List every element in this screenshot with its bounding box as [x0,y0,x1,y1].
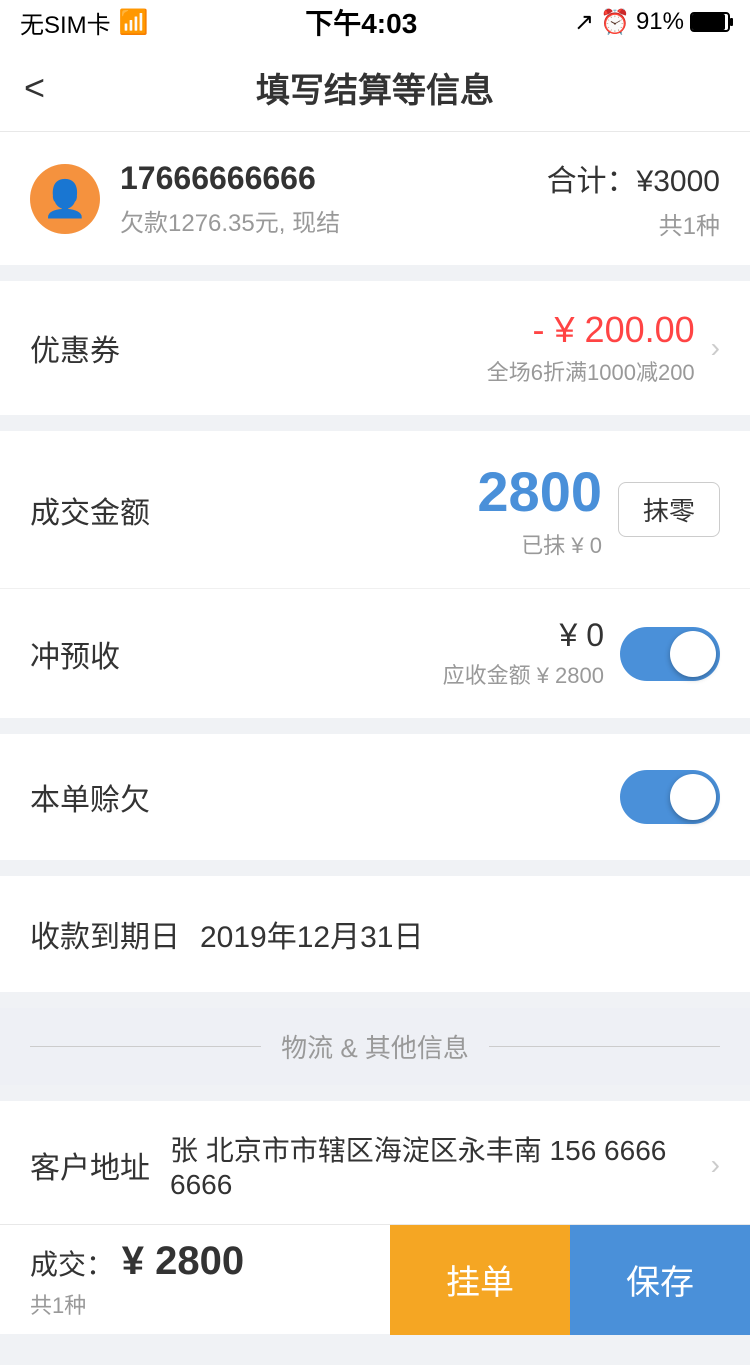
main-content: 👤 17666666666 欠款1276.35元, 现结 合计：¥3000 共1… [0,132,750,1365]
bottom-count: 共1种 [30,1288,360,1320]
total-count: 共1种 [547,206,720,241]
customer-right: 合计：¥3000 共1种 [547,156,720,241]
prepay-right: ¥ 0 应收金额 ¥ 2800 [443,617,720,690]
prepay-row: 冲预收 ¥ 0 应收金额 ¥ 2800 [0,589,750,718]
coupon-section: 优惠券 - ¥ 200.00 全场6折满1000减200 › [0,281,750,415]
battery-tip [730,18,733,26]
address-value: 张 北京市市辖区海淀区永丰南 156 6666 6666 [170,1129,711,1201]
deal-amount-content: 2800 已抹 ¥ 0 [477,459,602,560]
coupon-row[interactable]: 优惠券 - ¥ 200.00 全场6折满1000减200 › [0,281,750,415]
back-button[interactable]: < [24,67,45,109]
battery-fill [692,14,725,30]
debt-toggle[interactable] [620,770,720,824]
deal-amount-row: 成交金额 2800 已抹 ¥ 0 抹零 [0,431,750,589]
coupon-desc: 全场6折满1000减200 [487,355,695,387]
alarm-icon: ⏰ [600,8,630,37]
debt-row: 本单赊欠 [0,734,750,860]
address-row[interactable]: 客户地址 张 北京市市辖区海淀区永丰南 156 6666 6666 › [0,1101,750,1229]
duedate-row: 收款到期日 2019年12月31日 [0,876,750,992]
bottom-bar: 成交： ¥ 2800 共1种 挂单 保存 [0,1224,750,1334]
debt-label: 本单赊欠 [30,775,150,819]
deal-amount-sub: 已抹 ¥ 0 [477,528,602,560]
carrier-text: 无SIM卡 [20,5,111,40]
logistics-label: 物流 & 其他信息 [281,1028,469,1065]
prepay-sub: 应收金额 ¥ 2800 [443,658,604,690]
logistics-divider: 物流 & 其他信息 [0,1008,750,1085]
debt-section: 本单赊欠 [0,734,750,860]
debt-toggle-knob [670,774,716,820]
hold-button[interactable]: 挂单 [390,1225,570,1335]
address-label: 客户地址 [30,1143,150,1187]
customer-phone: 17666666666 [120,160,340,197]
coupon-right: - ¥ 200.00 全场6折满1000减200 › [487,309,720,387]
prepay-toggle[interactable] [620,627,720,681]
avatar: 👤 [30,164,100,234]
battery-icon [690,12,730,32]
duedate-label: 收款到期日 [30,912,180,956]
deal-amount-label: 成交金额 [30,488,150,532]
save-button[interactable]: 保存 [570,1225,750,1335]
status-right: ↗ ⏰ 91% [574,8,730,37]
wifi-icon: 📶 [119,8,149,37]
prepay-label: 冲预收 [30,632,120,676]
customer-card: 👤 17666666666 欠款1276.35元, 现结 合计：¥3000 共1… [0,132,750,265]
coupon-label: 优惠券 [30,326,120,370]
avatar-icon: 👤 [43,178,88,220]
address-section: 客户地址 张 北京市市辖区海淀区永丰南 156 6666 6666 › [0,1101,750,1229]
coupon-amount: - ¥ 200.00 [487,309,695,351]
deal-amount-right: 2800 已抹 ¥ 0 抹零 [477,459,720,560]
deal-prefix: 成交： [30,1249,114,1280]
bottom-deal-label: 成交： ¥ 2800 [30,1239,360,1284]
round-button[interactable]: 抹零 [618,482,720,537]
deal-amount-section: 成交金额 2800 已抹 ¥ 0 抹零 冲预收 ¥ 0 应收金额 ¥ 2800 [0,431,750,718]
status-time: 下午4:03 [305,2,417,42]
bottom-summary: 成交： ¥ 2800 共1种 [0,1239,390,1320]
status-left: 无SIM卡 📶 [20,5,149,40]
location-icon: ↗ [574,8,594,37]
duedate-value: 2019年12月31日 [200,912,423,956]
chevron-icon: › [711,332,720,364]
divider-line-left [30,1046,261,1047]
nav-bar: < 填写结算等信息 [0,44,750,132]
battery-percent: 91% [636,8,684,36]
address-chevron-icon: › [711,1149,720,1181]
prepay-content: ¥ 0 应收金额 ¥ 2800 [443,617,604,690]
coupon-right-content: - ¥ 200.00 全场6折满1000减200 [487,309,695,387]
prepay-amount: ¥ 0 [443,617,604,654]
deal-amount-number: 2800 [477,459,602,524]
duedate-section: 收款到期日 2019年12月31日 [0,876,750,992]
customer-left: 👤 17666666666 欠款1276.35元, 现结 [30,160,340,238]
customer-info: 17666666666 欠款1276.35元, 现结 [120,160,340,238]
divider-line-right [489,1046,720,1047]
page-title: 填写结算等信息 [256,63,494,112]
status-bar: 无SIM卡 📶 下午4:03 ↗ ⏰ 91% [0,0,750,44]
bottom-deal-amount: ¥ 2800 [122,1239,244,1283]
total-amount: 合计：¥3000 [547,156,720,200]
toggle-knob [670,631,716,677]
customer-debt: 欠款1276.35元, 现结 [120,203,340,238]
